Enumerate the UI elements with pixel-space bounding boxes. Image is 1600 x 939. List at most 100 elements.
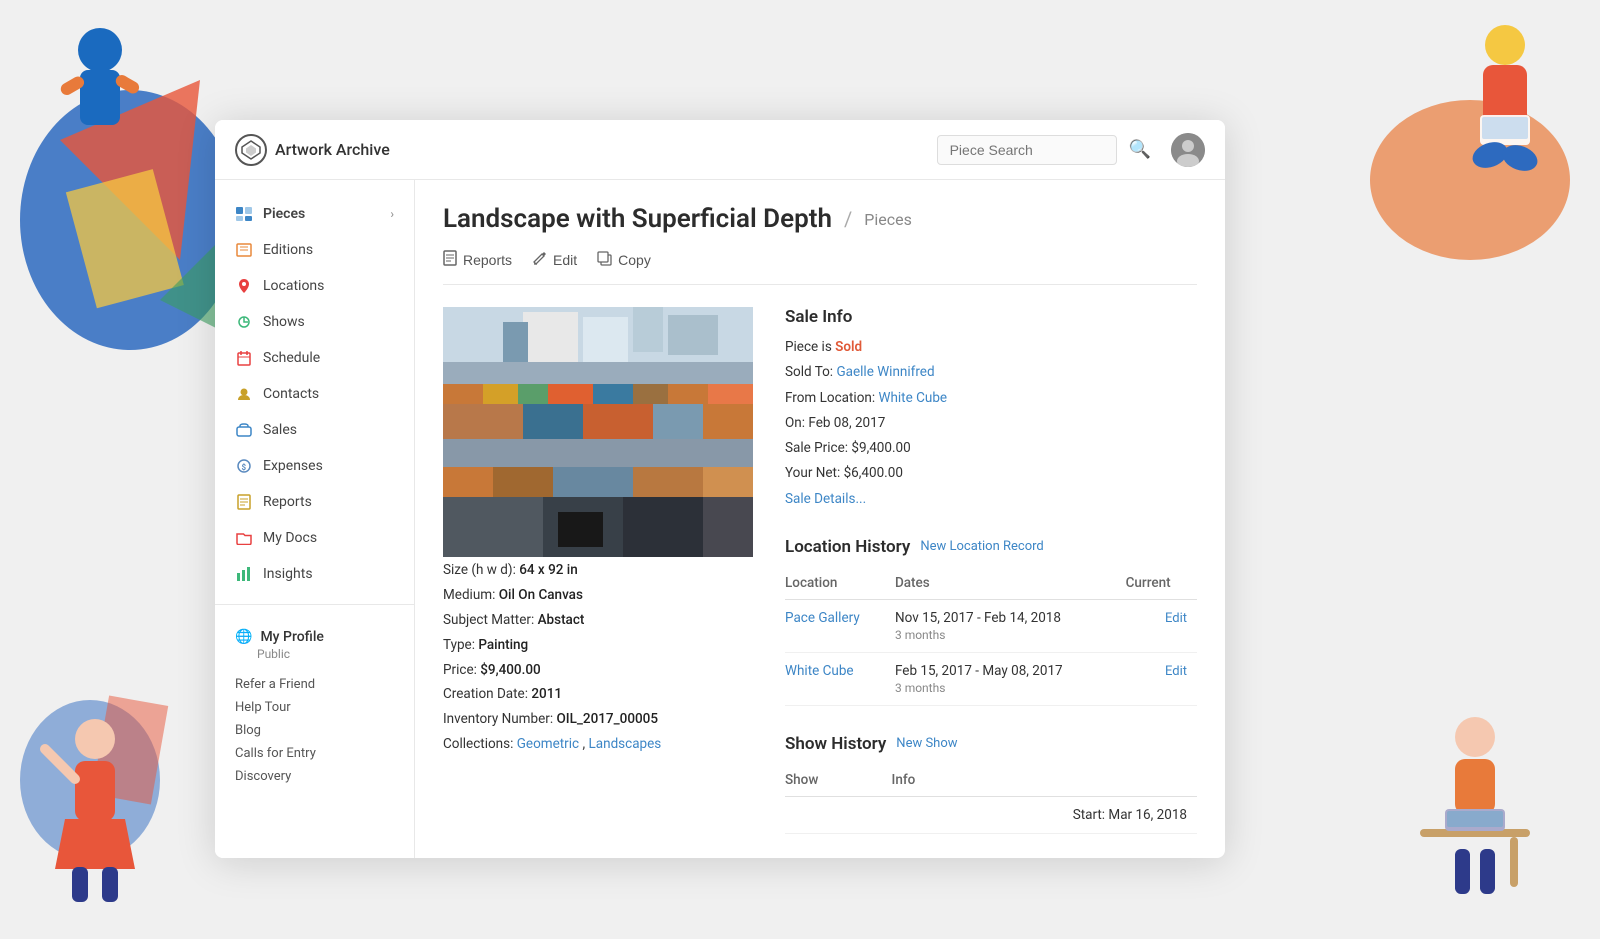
- from-location-row: From Location: White Cube: [785, 388, 1197, 408]
- location-history-section: Location History New Location Record Loc…: [785, 537, 1197, 706]
- sales-icon: [235, 421, 253, 439]
- table-row: White Cube Feb 15, 2017 - May 08, 2017 3…: [785, 652, 1197, 705]
- sold-to-row: Sold To: Gaelle Winnifred: [785, 362, 1197, 382]
- sidebar-item-pieces[interactable]: Pieces ›: [215, 196, 414, 232]
- copy-action-label: Copy: [618, 252, 651, 268]
- sidebar-label-schedule: Schedule: [263, 350, 320, 366]
- reports-button[interactable]: Reports: [443, 250, 512, 270]
- main-layout: Pieces › Editions: [215, 180, 1225, 858]
- type-value: Painting: [478, 637, 528, 653]
- copy-icon: [597, 251, 612, 270]
- table-row: Start: Mar 16, 2018: [785, 796, 1197, 833]
- status-badge: Sold: [835, 339, 862, 355]
- reports-icon: [235, 493, 253, 511]
- status-label: Piece is: [785, 339, 832, 355]
- page-title: Landscape with Superficial Depth: [443, 204, 832, 234]
- loc-dates-1: Feb 15, 2017 - May 08, 2017: [895, 663, 1063, 679]
- sale-details-link[interactable]: Sale Details...: [785, 491, 866, 507]
- refer-friend-link[interactable]: Refer a Friend: [235, 673, 394, 696]
- left-column: Size (h w d): 64 x 92 in Medium: Oil On …: [443, 307, 753, 834]
- sold-to-link[interactable]: Gaelle Winnifred: [836, 364, 934, 380]
- sidebar-label-expenses: Expenses: [263, 458, 323, 474]
- show-history-section: Show History New Show Show Info: [785, 734, 1197, 834]
- logo-icon: [235, 134, 267, 166]
- edit-button[interactable]: Edit: [532, 251, 577, 270]
- col-info: Info: [892, 764, 1197, 797]
- search-input[interactable]: [937, 135, 1117, 165]
- location-history-table: Location Dates Current Pace Gallery Nov …: [785, 567, 1197, 706]
- location-link-whitecube[interactable]: White Cube: [785, 663, 854, 679]
- from-location-label: From Location:: [785, 390, 875, 406]
- size-row: Size (h w d): 64 x 92 in: [443, 561, 753, 580]
- svg-text:$: $: [242, 463, 247, 472]
- from-location-link[interactable]: White Cube: [878, 390, 947, 406]
- copy-button[interactable]: Copy: [597, 251, 651, 270]
- date-label: On:: [785, 415, 805, 431]
- shows-icon: [235, 313, 253, 331]
- search-area: 🔍: [937, 133, 1205, 167]
- sidebar-label-contacts: Contacts: [263, 386, 319, 402]
- sidebar-item-mydocs[interactable]: My Docs: [215, 520, 414, 556]
- sidebar-label-shows: Shows: [263, 314, 305, 330]
- net-row: Your Net: $6,400.00: [785, 463, 1197, 483]
- col-dates: Dates: [895, 567, 1126, 600]
- search-button[interactable]: 🔍: [1125, 135, 1155, 164]
- help-tour-link[interactable]: Help Tour: [235, 696, 394, 719]
- loc-dates-0: Nov 15, 2017 - Feb 14, 2018: [895, 610, 1061, 626]
- calls-entry-link[interactable]: Calls for Entry: [235, 742, 394, 765]
- insights-icon: [235, 565, 253, 583]
- location-link-pace[interactable]: Pace Gallery: [785, 610, 860, 626]
- show-history-title: Show History: [785, 734, 886, 754]
- sidebar-item-sales[interactable]: Sales: [215, 412, 414, 448]
- reports-action-icon: [443, 250, 457, 270]
- discovery-link[interactable]: Discovery: [235, 765, 394, 788]
- user-avatar[interactable]: [1171, 133, 1205, 167]
- sidebar-item-schedule[interactable]: Schedule: [215, 340, 414, 376]
- net-label: Your Net:: [785, 465, 840, 481]
- net-value: $6,400.00: [844, 465, 903, 481]
- location-history-title: Location History: [785, 537, 910, 557]
- sale-price-value: $9,400.00: [851, 440, 910, 456]
- action-bar: Reports Edit: [443, 250, 1197, 285]
- edit-action-label: Edit: [553, 252, 577, 268]
- collection-landscapes[interactable]: Landscapes: [589, 736, 662, 752]
- sidebar-item-reports[interactable]: Reports: [215, 484, 414, 520]
- show-history-table: Show Info Start: Mar 16, 2018: [785, 764, 1197, 834]
- profile-name[interactable]: 🌐 My Profile: [235, 629, 394, 645]
- size-value: 64 x 92 in: [519, 562, 578, 578]
- sidebar-label-pieces: Pieces: [263, 206, 305, 222]
- artwork-image[interactable]: [443, 307, 753, 557]
- sale-price-label: Sale Price:: [785, 440, 848, 456]
- location-edit-1[interactable]: Edit: [1165, 664, 1187, 679]
- collections-row: Collections: Geometric , Landscapes: [443, 735, 753, 754]
- app-header: Artwork Archive 🔍: [215, 120, 1225, 180]
- sidebar-item-locations[interactable]: Locations: [215, 268, 414, 304]
- price-row: Price: $9,400.00: [443, 661, 753, 680]
- sale-price-row: Sale Price: $9,400.00: [785, 438, 1197, 458]
- pieces-icon: [235, 205, 253, 223]
- expenses-icon: $: [235, 457, 253, 475]
- sidebar-divider: [215, 604, 414, 605]
- col-show: Show: [785, 764, 892, 797]
- sidebar-item-editions[interactable]: Editions: [215, 232, 414, 268]
- logo-area: Artwork Archive: [235, 134, 937, 166]
- piece-status-row: Piece is Sold: [785, 337, 1197, 357]
- sidebar-item-contacts[interactable]: Contacts: [215, 376, 414, 412]
- sidebar-item-shows[interactable]: Shows: [215, 304, 414, 340]
- contacts-icon: [235, 385, 253, 403]
- profile-visibility: Public: [235, 647, 394, 661]
- browser-window: Artwork Archive 🔍: [215, 120, 1225, 858]
- sale-info-title: Sale Info: [785, 307, 1197, 327]
- new-show-link[interactable]: New Show: [896, 736, 957, 751]
- loc-duration-0: 3 months: [895, 628, 1116, 642]
- locations-icon: [235, 277, 253, 295]
- right-column: Sale Info Piece is Sold Sold To: Gaelle …: [785, 307, 1197, 834]
- location-edit-0[interactable]: Edit: [1165, 611, 1187, 626]
- editions-icon: [235, 241, 253, 259]
- blog-link[interactable]: Blog: [235, 719, 394, 742]
- new-location-link[interactable]: New Location Record: [920, 539, 1043, 554]
- sidebar-item-insights[interactable]: Insights: [215, 556, 414, 592]
- price-value: $9,400.00: [480, 662, 540, 678]
- collection-geometric[interactable]: Geometric: [517, 736, 579, 752]
- sidebar-item-expenses[interactable]: $ Expenses: [215, 448, 414, 484]
